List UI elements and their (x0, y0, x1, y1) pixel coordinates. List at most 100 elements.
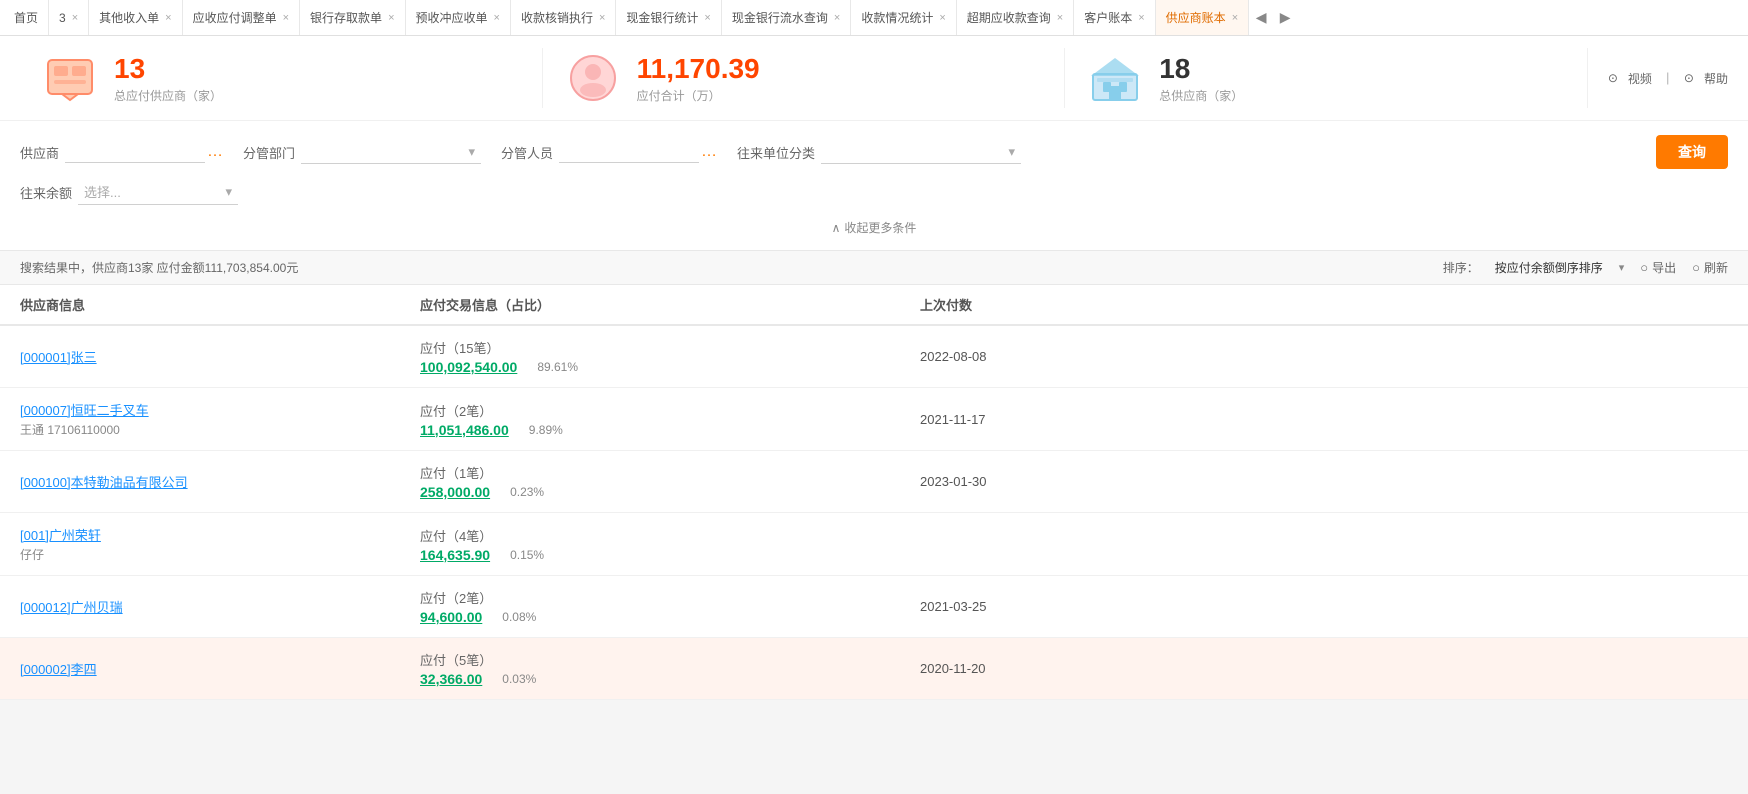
supplier-name-link[interactable]: [000007]恒旺二手叉车 (20, 400, 420, 419)
balance-arrow: ▾ (225, 184, 232, 200)
dept-select[interactable]: ▾ (301, 141, 481, 164)
transaction-cell: 应付（1笔） 258,000.00 0.23% (420, 463, 920, 500)
tx-label: 应付（15笔） (420, 338, 920, 357)
supplier-info-cell: [000012]广州贝瑞 (20, 597, 420, 616)
refresh-label: 刷新 (1704, 259, 1728, 276)
nav-tab-customer-book[interactable]: 客户账本 × (1074, 0, 1155, 35)
collapse-label: 收起更多条件 (844, 219, 916, 236)
tx-amount-link[interactable]: 258,000.00 (420, 484, 490, 500)
balance-filter-label: 往来余额 (20, 183, 72, 202)
nav-tab-other-income-label: 其他收入单 (99, 9, 159, 26)
refresh-button[interactable]: ○ 刷新 (1692, 259, 1728, 276)
nav-tab-bank[interactable]: 银行存取款单 × (300, 0, 405, 35)
table-row: [000012]广州贝瑞 应付（2笔） 94,600.00 0.08% 2021… (0, 576, 1748, 638)
supplier-dots-icon[interactable]: … (207, 143, 223, 161)
payable-suppliers-icon (40, 48, 100, 108)
close-icon[interactable]: × (165, 12, 171, 24)
supplier-name-link[interactable]: [001]广州荣轩 (20, 525, 420, 544)
nav-next-arrow[interactable]: ▶ (1273, 0, 1297, 35)
supplier-filter: 供应商 … (20, 141, 223, 163)
close-icon[interactable]: × (494, 12, 500, 24)
close-icon[interactable]: × (283, 12, 289, 24)
tx-percentage: 0.08% (502, 610, 536, 624)
nav-prev-arrow[interactable]: ◀ (1249, 0, 1273, 35)
top-navigation: 首页 3 × 其他收入单 × 应收应付调整单 × 银行存取款单 × 预收冲应收单… (0, 0, 1748, 36)
dept-filter: 分管部门 ▾ (243, 141, 481, 164)
nav-tab-prepaid[interactable]: 预收冲应收单 × (406, 0, 511, 35)
close-icon[interactable]: × (1138, 12, 1144, 24)
supplier-name-link[interactable]: [000012]广州贝瑞 (20, 597, 420, 616)
close-icon[interactable]: × (72, 12, 78, 24)
filter-row-2: 往来余额 选择... ▾ (20, 179, 1728, 205)
help-icon: ⊙ (1684, 71, 1694, 85)
video-icon: ⊙ (1608, 71, 1618, 85)
supplier-name-link[interactable]: [000001]张三 (20, 347, 420, 366)
nav-tab-cash-flow[interactable]: 现金银行流水查询 × (722, 0, 851, 35)
nav-tab-receipt-stat[interactable]: 收款情况统计 × (851, 0, 956, 35)
tx-amount-link[interactable]: 94,600.00 (420, 609, 482, 625)
transaction-cell: 应付（2笔） 11,051,486.00 9.89% (420, 401, 920, 438)
collapse-button[interactable]: ∧ 收起更多条件 (20, 215, 1728, 240)
close-icon[interactable]: × (1232, 12, 1238, 24)
tx-label: 应付（2笔） (420, 401, 920, 420)
person-input[interactable] (559, 141, 699, 163)
col-header-transaction: 应付交易信息（占比） (420, 295, 920, 314)
payable-total-number: 11,170.39 (637, 52, 760, 86)
sort-select[interactable]: 按应付余额倒序排序 (1495, 259, 1603, 276)
table-body: [000001]张三 应付（15笔） 100,092,540.00 89.61%… (0, 326, 1748, 700)
transaction-cell: 应付（4笔） 164,635.90 0.15% (420, 526, 920, 563)
nav-tab-overdue[interactable]: 超期应收款查询 × (957, 0, 1074, 35)
query-button[interactable]: 查询 (1656, 135, 1728, 169)
nav-tab-3-label: 3 (59, 11, 66, 25)
nav-tab-bank-label: 银行存取款单 (310, 9, 382, 26)
balance-select[interactable]: 选择... ▾ (78, 179, 238, 205)
result-bar-actions: 排序： 按应付余额倒序排序 ▾ ○ 导出 ○ 刷新 (1443, 259, 1728, 276)
close-icon[interactable]: × (834, 12, 840, 24)
payable-total-label: 应付合计（万） (637, 87, 760, 104)
close-icon[interactable]: × (1057, 12, 1063, 24)
nav-tab-adjustment[interactable]: 应收应付调整单 × (183, 0, 300, 35)
tx-label: 应付（1笔） (420, 463, 920, 482)
unit-class-select[interactable]: ▾ (821, 141, 1021, 164)
close-icon[interactable]: × (388, 12, 394, 24)
nav-tab-collection-label: 收款核销执行 (521, 9, 593, 26)
tx-amount-link[interactable]: 100,092,540.00 (420, 359, 517, 375)
stat-payable-suppliers-info: 13 总应付供应商（家） (114, 52, 222, 105)
tx-amount-link[interactable]: 11,051,486.00 (420, 422, 509, 438)
tx-label: 应付（5笔） (420, 650, 920, 669)
nav-tab-cash-bank-stat[interactable]: 现金银行统计 × (616, 0, 721, 35)
tx-percentage: 89.61% (537, 360, 578, 374)
result-bar: 搜索结果中，供应商13家 应付金额111,703,854.00元 排序： 按应付… (0, 251, 1748, 285)
close-icon[interactable]: × (939, 12, 945, 24)
supplier-input[interactable] (65, 141, 205, 163)
transaction-cell: 应付（2笔） 94,600.00 0.08% (420, 588, 920, 625)
last-payment-cell: 2021-11-17 (920, 412, 1728, 427)
nav-tab-home-label: 首页 (14, 9, 38, 26)
person-dots-icon[interactable]: … (701, 143, 717, 161)
nav-tab-supplier-book-label: 供应商账本 (1166, 9, 1226, 26)
last-payment-cell: 2021-03-25 (920, 599, 1728, 614)
table-row: [001]广州荣轩 仔仔 应付（4笔） 164,635.90 0.15% (0, 513, 1748, 576)
close-icon[interactable]: × (704, 12, 710, 24)
dept-select-arrow: ▾ (469, 144, 476, 160)
export-button[interactable]: ○ 导出 (1640, 259, 1676, 276)
nav-tab-supplier-book[interactable]: 供应商账本 × (1156, 0, 1249, 35)
nav-tab-collection[interactable]: 收款核销执行 × (511, 0, 616, 35)
tx-amount-link[interactable]: 32,366.00 (420, 671, 482, 687)
stat-payable-total: 11,170.39 应付合计（万） (543, 48, 1066, 108)
nav-tab-other-income[interactable]: 其他收入单 × (89, 0, 182, 35)
nav-tab-3[interactable]: 3 × (49, 0, 89, 35)
nav-tab-cash-bank-stat-label: 现金银行统计 (626, 9, 698, 26)
close-icon[interactable]: × (599, 12, 605, 24)
supplier-info-cell: [000100]本特勒油品有限公司 (20, 472, 420, 491)
sort-prefix: 排序： (1443, 259, 1479, 276)
nav-tab-home[interactable]: 首页 (4, 0, 49, 35)
supplier-name-link[interactable]: [000002]李四 (20, 659, 420, 678)
help-link[interactable]: 帮助 (1704, 70, 1728, 87)
tx-amount-link[interactable]: 164,635.90 (420, 547, 490, 563)
supplier-name-link[interactable]: [000100]本特勒油品有限公司 (20, 472, 420, 491)
col-header-supplier-info: 供应商信息 (20, 295, 420, 314)
supplier-info-cell: [000001]张三 (20, 347, 420, 366)
video-link[interactable]: 视频 (1628, 70, 1652, 87)
table-header: 供应商信息 应付交易信息（占比） 上次付数 (0, 285, 1748, 326)
